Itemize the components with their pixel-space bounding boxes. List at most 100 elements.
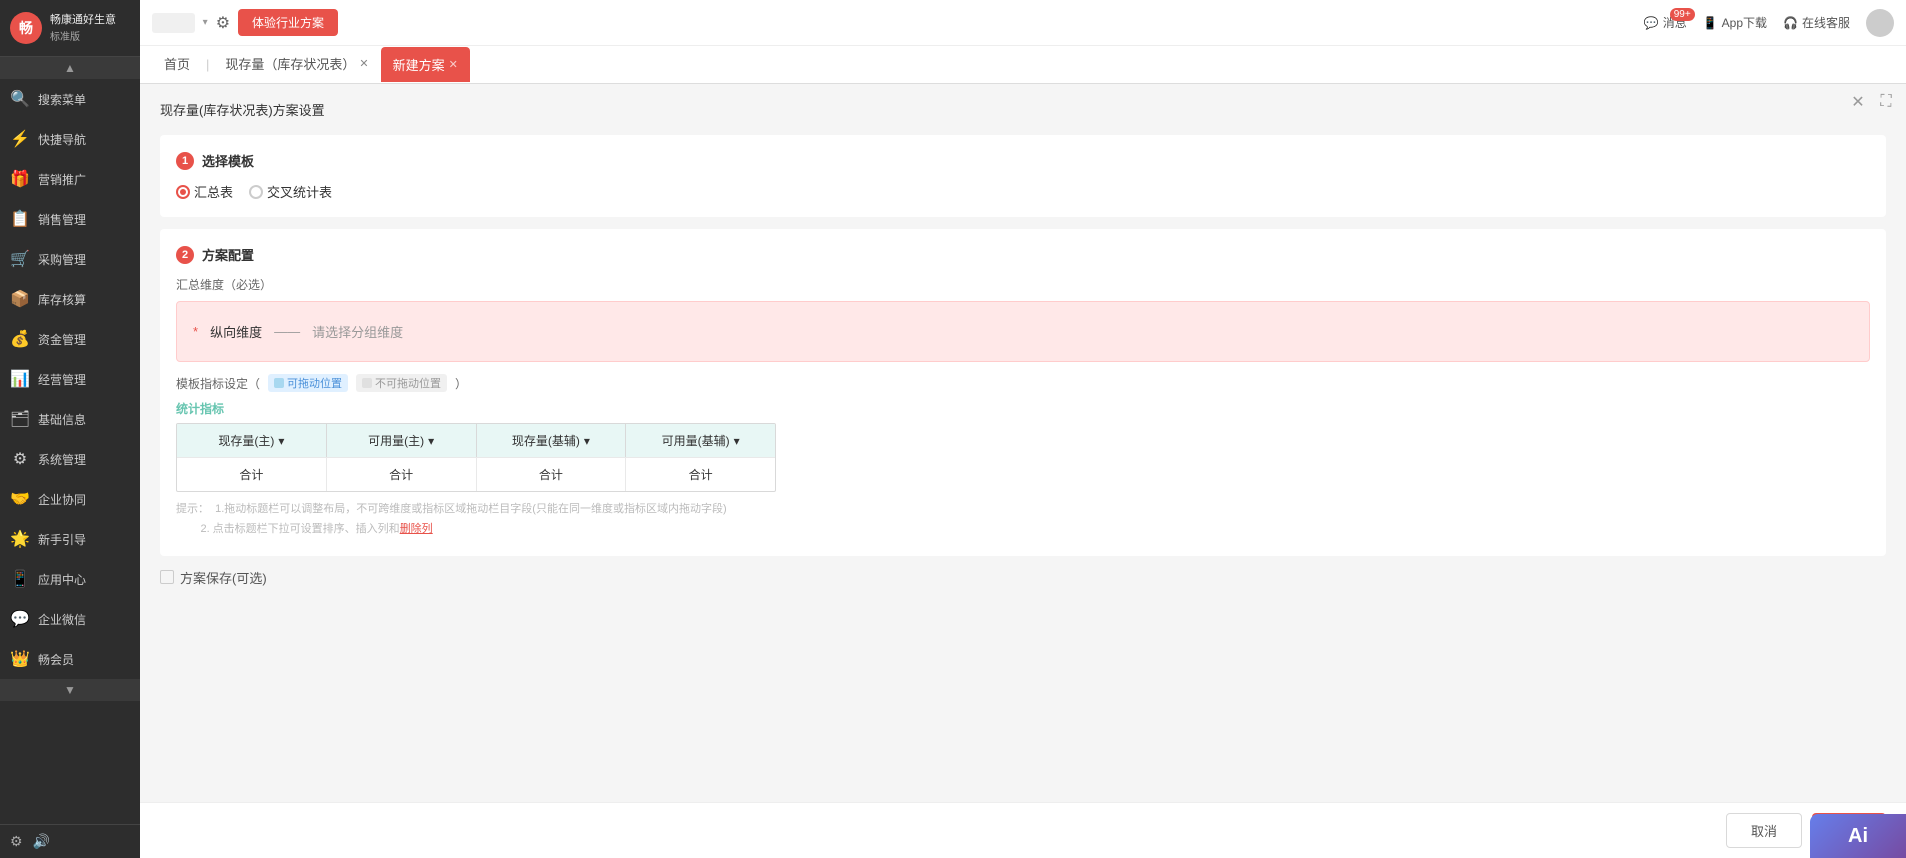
user-avatar[interactable] <box>1866 9 1894 37</box>
sidebar-item-operation[interactable]: 📊 经营管理 <box>0 359 140 399</box>
tab-new-scheme-close-icon[interactable]: ✕ <box>449 58 458 71</box>
stats-col-4-header[interactable]: 可用量(基辅) ▾ <box>626 424 775 457</box>
topbar-title <box>152 13 195 33</box>
sidebar-item-sales[interactable]: 📋 销售管理 <box>0 199 140 239</box>
sidebar: 畅 畅康通好生意 标准版 ▲ 🔍 搜索菜单 ⚡ 快捷导航 🎁 营销推广 📋 销售… <box>0 0 140 858</box>
sidebar-item-label: 搜索菜单 <box>38 91 86 108</box>
sidebar-item-label: 企业协同 <box>38 491 86 508</box>
system-icon: ⚙ <box>10 449 30 469</box>
hint-2: 2. 点击标题栏下拉可设置排序、插入列和删除列 <box>176 520 1870 540</box>
app-download-icon: 📱 <box>1703 16 1718 30</box>
topbar-right: 💬 消息 99+ 📱 App下载 🎧 在线客服 <box>1644 9 1894 37</box>
tab-inventory-status[interactable]: 现存量（库存状况表） ✕ <box>213 46 380 83</box>
sidebar-item-vip[interactable]: 👑 畅会员 <box>0 639 140 679</box>
delete-col-link[interactable]: 删除列 <box>400 523 433 535</box>
section-choose-template: 1 选择模板 汇总表 交叉统计表 <box>160 135 1886 217</box>
col2-dropdown-icon: ▾ <box>428 434 434 448</box>
customer-service-label: 在线客服 <box>1802 14 1850 31</box>
vertical-dimension-area[interactable]: * 纵向维度 —— 请选择分组维度 <box>176 301 1870 362</box>
sidebar-item-system[interactable]: ⚙ 系统管理 <box>0 439 140 479</box>
app-download-item[interactable]: 📱 App下载 <box>1703 14 1767 31</box>
sidebar-scroll-down[interactable]: ▼ <box>0 679 140 701</box>
sidebar-item-cooperation[interactable]: 🤝 企业协同 <box>0 479 140 519</box>
cancel-button[interactable]: 取消 <box>1726 813 1802 848</box>
tab-new-scheme-label: 新建方案 <box>393 55 445 74</box>
radio-summary[interactable] <box>176 185 190 199</box>
ai-badge[interactable]: Ai <box>1810 814 1906 858</box>
basic-info-icon: 🗂 <box>10 409 30 429</box>
close-modal-button[interactable]: ✕ <box>1846 90 1870 114</box>
marketing-icon: 🎁 <box>10 169 30 189</box>
template-options: 汇总表 交叉统计表 <box>176 182 1870 201</box>
app-version: 标准版 <box>50 28 116 43</box>
sidebar-item-label: 采购管理 <box>38 251 86 268</box>
purchase-icon: 🛒 <box>10 249 30 269</box>
dim-placeholder: 请选择分组维度 <box>312 322 403 341</box>
sidebar-scroll-up[interactable]: ▲ <box>0 57 140 79</box>
stats-cell-4-0: 合计 <box>626 458 775 491</box>
template-summary-label: 汇总表 <box>194 182 233 201</box>
tab-inventory-label: 现存量（库存状况表） <box>225 54 355 73</box>
sidebar-logo: 畅 畅康通好生意 标准版 <box>0 0 140 57</box>
stats-cell-2-0: 合计 <box>327 458 477 491</box>
dim-name: 纵向维度 <box>210 322 262 341</box>
sound-footer-icon[interactable]: 🔊 <box>33 833 50 850</box>
col1-dropdown-icon: ▾ <box>278 434 284 448</box>
section1-title: 选择模板 <box>202 151 254 170</box>
stats-col-1-header[interactable]: 现存量(主) ▾ <box>177 424 327 457</box>
sidebar-item-wechat[interactable]: 💬 企业微信 <box>0 599 140 639</box>
sidebar-item-marketing[interactable]: 🎁 营销推广 <box>0 159 140 199</box>
stats-label: 统计指标 <box>176 400 1870 417</box>
sidebar-item-guide[interactable]: 🌟 新手引导 <box>0 519 140 559</box>
section2-number: 2 <box>176 246 194 264</box>
radio-cross[interactable] <box>249 185 263 199</box>
template-cross-label: 交叉统计表 <box>267 182 332 201</box>
non-draggable-badge: 不可拖动位置 <box>356 374 447 392</box>
sidebar-item-basic-info[interactable]: 🗂 基础信息 <box>0 399 140 439</box>
tab-home-label: 首页 <box>164 54 190 73</box>
app-download-label: App下载 <box>1722 14 1767 31</box>
col3-dropdown-icon: ▾ <box>584 434 590 448</box>
topbar-gear-icon[interactable]: ⚙ <box>216 13 230 33</box>
save-checkbox[interactable] <box>160 570 174 584</box>
sidebar-item-quick-nav[interactable]: ⚡ 快捷导航 <box>0 119 140 159</box>
required-mark: 汇总维度（必选） <box>176 278 272 292</box>
tab-home[interactable]: 首页 <box>152 46 202 83</box>
sidebar-item-label: 系统管理 <box>38 451 86 468</box>
customer-service-icon: 🎧 <box>1783 16 1798 30</box>
template-option-cross[interactable]: 交叉统计表 <box>249 182 332 201</box>
sidebar-item-label: 经营管理 <box>38 371 86 388</box>
tab-inventory-close-icon[interactable]: ✕ <box>359 57 368 70</box>
expand-modal-button[interactable]: ⛶ <box>1874 90 1898 114</box>
stats-col-2-header[interactable]: 可用量(主) ▾ <box>327 424 477 457</box>
settings-footer-icon[interactable]: ⚙ <box>10 833 23 850</box>
section2-header: 2 方案配置 <box>176 245 1870 264</box>
finance-icon: 💰 <box>10 329 30 349</box>
dim-required-mark: * <box>193 324 198 339</box>
topbar-dropdown-icon[interactable]: ▾ <box>203 17 208 28</box>
tab-separator: | <box>206 57 209 72</box>
tab-new-scheme[interactable]: 新建方案 ✕ <box>381 47 470 82</box>
sales-icon: 📋 <box>10 209 30 229</box>
industry-solution-button[interactable]: 体验行业方案 <box>238 9 338 36</box>
stats-col-3-header[interactable]: 现存量(基辅) ▾ <box>477 424 627 457</box>
modal-controls: ✕ ⛶ <box>1838 84 1906 120</box>
section-scheme-config: 2 方案配置 汇总维度（必选） * 纵向维度 —— 请选择分组维度 模板指标设定… <box>160 229 1886 556</box>
message-item[interactable]: 💬 消息 99+ <box>1644 14 1687 31</box>
sidebar-item-search-menu[interactable]: 🔍 搜索菜单 <box>0 79 140 119</box>
topbar: ▾ ⚙ 体验行业方案 💬 消息 99+ 📱 App下载 🎧 在线客服 <box>140 0 1906 46</box>
col3-label: 现存量(基辅) <box>512 432 580 449</box>
sidebar-footer: ⚙ 🔊 <box>0 824 140 858</box>
sidebar-item-inventory[interactable]: 📦 库存核算 <box>0 279 140 319</box>
sidebar-item-app-center[interactable]: 📱 应用中心 <box>0 559 140 599</box>
customer-service-item[interactable]: 🎧 在线客服 <box>1783 14 1850 31</box>
sidebar-item-finance[interactable]: 💰 资金管理 <box>0 319 140 359</box>
section1-number: 1 <box>176 152 194 170</box>
hint-area: 提示： 1.拖动标题栏可以调整布局，不可跨维度或指标区域拖动栏目字段(只能在同一… <box>176 500 1870 540</box>
sidebar-item-purchase[interactable]: 🛒 采购管理 <box>0 239 140 279</box>
template-option-summary[interactable]: 汇总表 <box>176 182 233 201</box>
save-option-label: 方案保存(可选) <box>180 568 267 587</box>
sidebar-item-label: 应用中心 <box>38 571 86 588</box>
stats-table-area: 统计指标 现存量(主) ▾ 可用量(主) ▾ 现存量(基辅) <box>176 400 1870 492</box>
vip-icon: 👑 <box>10 649 30 669</box>
